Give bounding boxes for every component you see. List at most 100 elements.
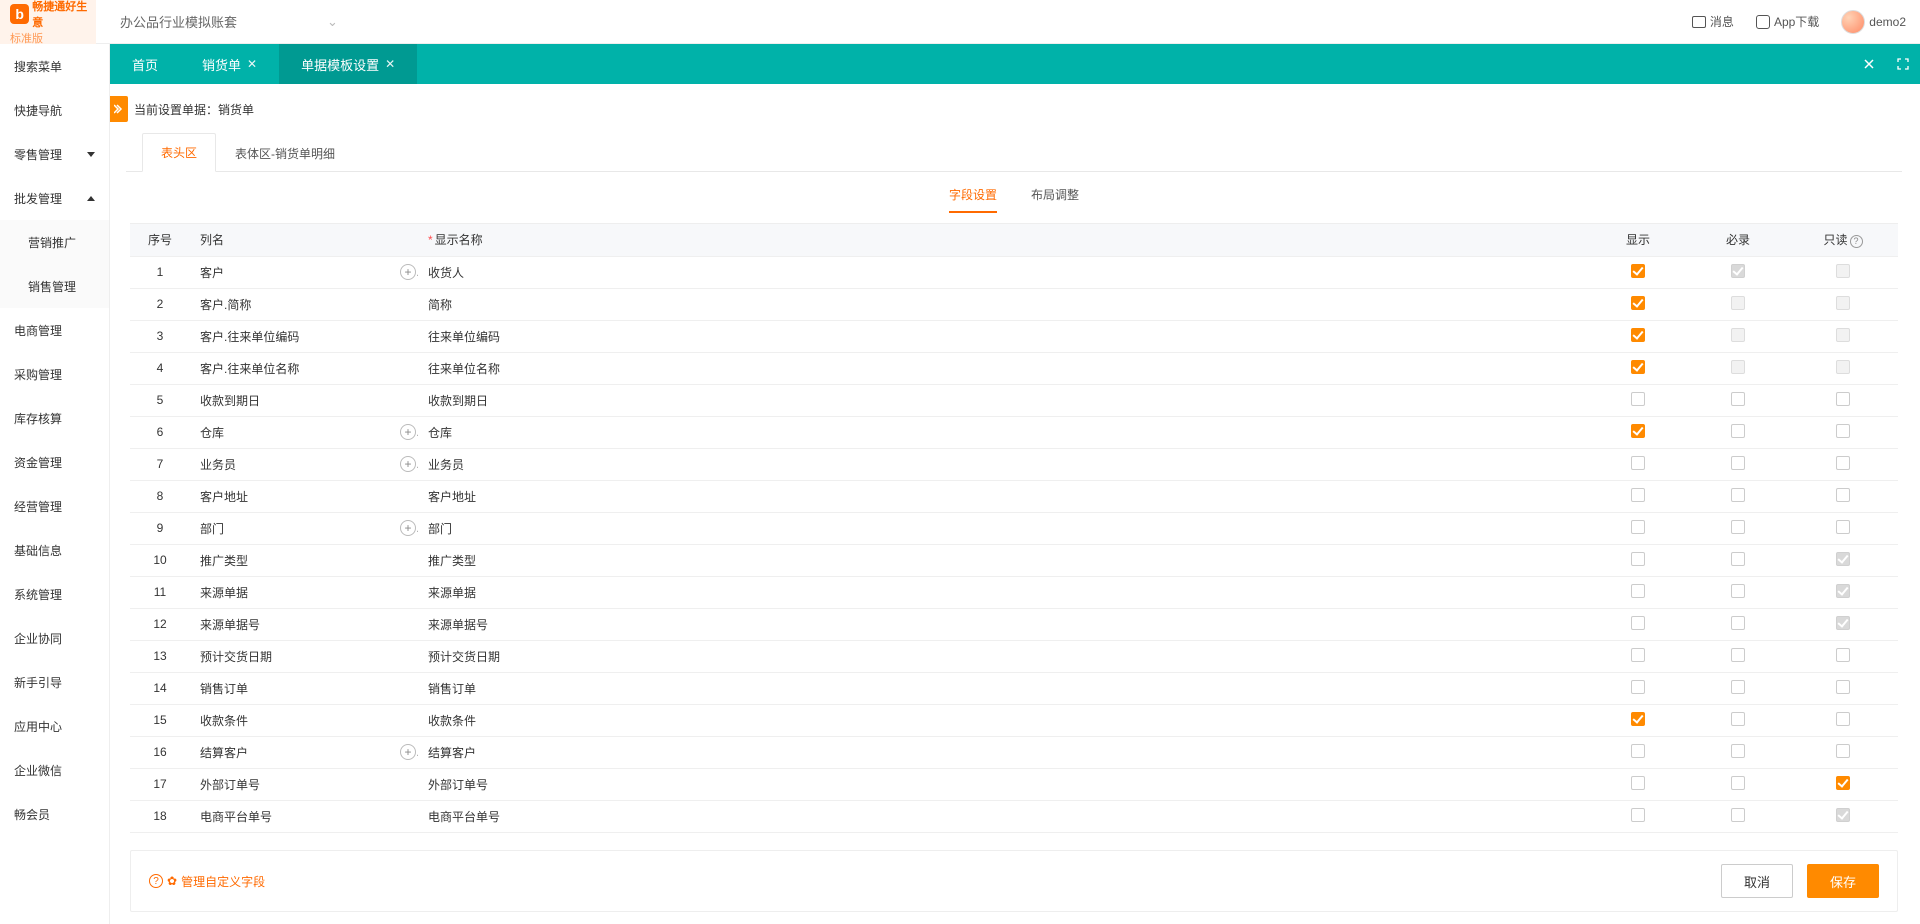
checkbox[interactable] [1631, 264, 1645, 278]
sub-tab[interactable]: 布局调整 [1031, 186, 1079, 213]
sidebar-item[interactable]: 库存核算 [0, 396, 109, 440]
cell-display-name[interactable]: 预计交货日期 [418, 640, 1588, 672]
checkbox[interactable] [1731, 744, 1745, 758]
add-sub-button[interactable]: + [400, 744, 416, 760]
cell-display-name[interactable]: 收款到期日 [418, 384, 1588, 416]
cell-display-name[interactable]: 简称 [418, 288, 1588, 320]
cell-display-name[interactable]: 来源单据号 [418, 608, 1588, 640]
sidebar-item[interactable]: 电商管理 [0, 308, 109, 352]
checkbox[interactable] [1631, 744, 1645, 758]
sidebar-item[interactable]: 搜索菜单 [0, 44, 109, 88]
checkbox[interactable] [1631, 584, 1645, 598]
sidebar-item[interactable]: 快捷导航 [0, 88, 109, 132]
cell-display-name[interactable]: 客户地址 [418, 480, 1588, 512]
checkbox[interactable] [1731, 552, 1745, 566]
add-sub-button[interactable]: + [400, 456, 416, 472]
workspace-tab[interactable]: 单据模板设置✕ [279, 44, 417, 84]
account-selector[interactable]: 办公品行业模拟账套 ⌄ [120, 12, 338, 31]
sidebar-item[interactable]: 应用中心 [0, 704, 109, 748]
save-button[interactable]: 保存 [1807, 864, 1879, 898]
app-download-button[interactable]: App下载 [1756, 13, 1819, 30]
checkbox[interactable] [1631, 680, 1645, 694]
checkbox[interactable] [1731, 392, 1745, 406]
messages-button[interactable]: 消息 [1692, 13, 1734, 30]
tab-home[interactable]: 首页 [110, 44, 180, 84]
checkbox[interactable] [1731, 584, 1745, 598]
panel-expand-toggle[interactable] [110, 96, 128, 122]
cell-display-name[interactable]: 仓库 [418, 416, 1588, 448]
checkbox[interactable] [1731, 808, 1745, 822]
sidebar-subitem[interactable]: 营销推广 [0, 220, 109, 264]
checkbox[interactable] [1631, 488, 1645, 502]
checkbox[interactable] [1631, 424, 1645, 438]
sidebar-item[interactable]: 新手引导 [0, 660, 109, 704]
cell-display-name[interactable]: 收款条件 [418, 704, 1588, 736]
cell-display-name[interactable]: 业务员 [418, 448, 1588, 480]
sidebar-item[interactable]: 资金管理 [0, 440, 109, 484]
cell-display-name[interactable]: 推广类型 [418, 544, 1588, 576]
checkbox[interactable] [1836, 776, 1850, 790]
checkbox[interactable] [1631, 552, 1645, 566]
checkbox[interactable] [1836, 712, 1850, 726]
sidebar-subitem[interactable]: 销售管理 [0, 264, 109, 308]
checkbox[interactable] [1836, 424, 1850, 438]
checkbox[interactable] [1631, 360, 1645, 374]
sidebar-item[interactable]: 零售管理 [0, 132, 109, 176]
checkbox[interactable] [1731, 776, 1745, 790]
add-sub-button[interactable]: + [400, 424, 416, 440]
checkbox[interactable] [1631, 456, 1645, 470]
cancel-button[interactable]: 取消 [1721, 864, 1793, 898]
cell-display-name[interactable]: 外部订单号 [418, 768, 1588, 800]
checkbox[interactable] [1836, 680, 1850, 694]
checkbox[interactable] [1731, 616, 1745, 630]
sidebar-item[interactable]: 企业协同 [0, 616, 109, 660]
checkbox[interactable] [1836, 648, 1850, 662]
sidebar-item[interactable]: 畅会员 [0, 792, 109, 836]
cell-display-name[interactable]: 往来单位名称 [418, 352, 1588, 384]
cell-display-name[interactable]: 收货人 [418, 256, 1588, 288]
checkbox[interactable] [1631, 520, 1645, 534]
checkbox[interactable] [1631, 776, 1645, 790]
cell-display-name[interactable]: 电商平台单号 [418, 800, 1588, 832]
sidebar-item[interactable]: 经营管理 [0, 484, 109, 528]
checkbox[interactable] [1836, 744, 1850, 758]
checkbox[interactable] [1731, 520, 1745, 534]
checkbox[interactable] [1731, 456, 1745, 470]
checkbox[interactable] [1836, 520, 1850, 534]
cell-display-name[interactable]: 部门 [418, 512, 1588, 544]
checkbox[interactable] [1631, 648, 1645, 662]
checkbox[interactable] [1836, 488, 1850, 502]
checkbox[interactable] [1836, 456, 1850, 470]
sidebar-item[interactable]: 采购管理 [0, 352, 109, 396]
cell-display-name[interactable]: 往来单位编码 [418, 320, 1588, 352]
checkbox[interactable] [1631, 296, 1645, 310]
sidebar-item[interactable]: 基础信息 [0, 528, 109, 572]
sidebar-item[interactable]: 批发管理 [0, 176, 109, 220]
manage-custom-fields-link[interactable]: ? ✿ 管理自定义字段 [149, 873, 265, 890]
user-menu[interactable]: demo2 [1841, 10, 1906, 34]
checkbox[interactable] [1631, 392, 1645, 406]
add-sub-button[interactable]: + [400, 264, 416, 280]
segment-tab[interactable]: 表体区-销货单明细 [216, 134, 354, 172]
segment-tab[interactable]: 表头区 [142, 133, 216, 172]
cell-display-name[interactable]: 来源单据 [418, 576, 1588, 608]
checkbox[interactable] [1836, 392, 1850, 406]
checkbox[interactable] [1731, 648, 1745, 662]
fields-table-wrapper[interactable]: 序号 列名 *显示名称 显示 必录 只读? 1客户+收货人2客户.简称简称3客户… [130, 223, 1898, 842]
checkbox[interactable] [1631, 328, 1645, 342]
tab-close-icon[interactable]: ✕ [385, 57, 395, 71]
add-sub-button[interactable]: + [400, 520, 416, 536]
cell-display-name[interactable]: 结算客户 [418, 736, 1588, 768]
checkbox[interactable] [1631, 808, 1645, 822]
checkbox[interactable] [1631, 616, 1645, 630]
tabstrip-fullscreen-button[interactable] [1886, 57, 1920, 71]
cell-display-name[interactable]: 销售订单 [418, 672, 1588, 704]
checkbox[interactable] [1731, 488, 1745, 502]
checkbox[interactable] [1731, 424, 1745, 438]
sidebar-item[interactable]: 系统管理 [0, 572, 109, 616]
checkbox[interactable] [1731, 680, 1745, 694]
sub-tab[interactable]: 字段设置 [949, 186, 997, 213]
checkbox[interactable] [1731, 712, 1745, 726]
help-icon[interactable]: ? [1850, 235, 1863, 248]
sidebar-item[interactable]: 企业微信 [0, 748, 109, 792]
